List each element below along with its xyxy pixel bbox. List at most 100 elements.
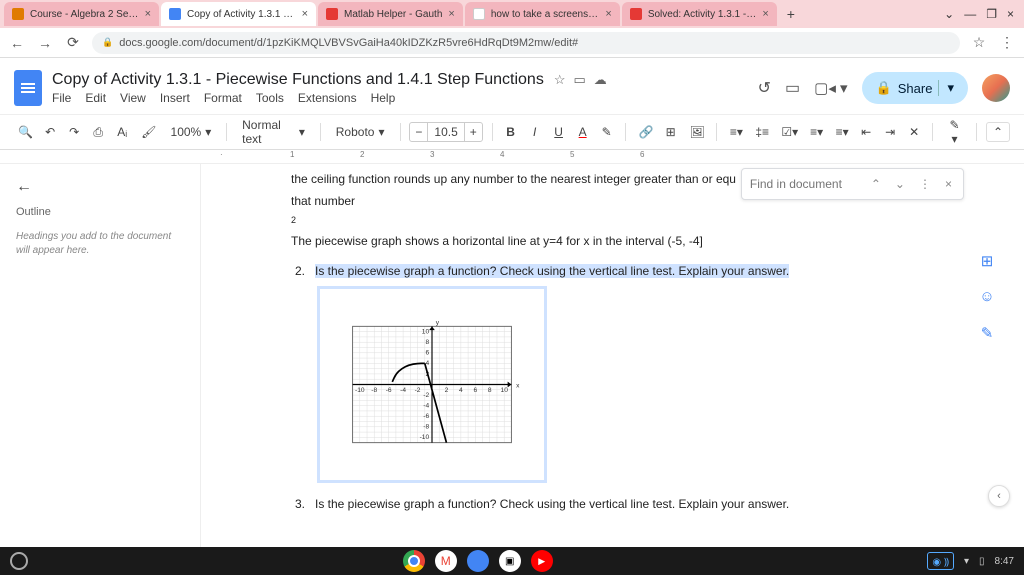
docs-logo[interactable] <box>14 70 42 106</box>
close-icon[interactable]: × <box>762 8 768 20</box>
suggest-icon[interactable]: ✎ <box>976 324 998 346</box>
close-icon[interactable]: × <box>302 8 308 20</box>
outdent-button[interactable]: ⇤ <box>857 122 875 142</box>
back-button[interactable]: ← <box>8 35 26 51</box>
menu-format[interactable]: Format <box>204 91 242 105</box>
document-title[interactable]: Copy of Activity 1.3.1 - Piecewise Funct… <box>52 71 544 89</box>
wifi-icon[interactable]: ▾ <box>964 556 969 567</box>
screencast-icon[interactable]: ◉ ⸩ <box>927 552 954 570</box>
undo-button[interactable]: ↶ <box>41 122 59 142</box>
close-icon[interactable]: × <box>605 8 611 20</box>
browser-tab[interactable]: Solved: Activity 1.3.1 - Piecew × <box>622 2 777 26</box>
collapse-toolbar-button[interactable]: ⌃ <box>986 122 1010 142</box>
find-prev-button[interactable]: ⌃ <box>868 175 884 193</box>
clock[interactable]: 8:47 <box>995 556 1014 567</box>
graph-image[interactable]: -10-8-6-4-2246810-10-8-6-4-2246810xy <box>317 286 547 483</box>
decrease-button[interactable]: − <box>410 123 427 141</box>
menu-file[interactable]: File <box>52 91 71 105</box>
text-color-button[interactable]: A <box>574 122 592 142</box>
search-icon[interactable]: 🔍 <box>14 122 35 142</box>
highlight-button[interactable]: ✎ <box>598 122 616 142</box>
chevron-down-icon[interactable]: ▾ <box>938 80 954 96</box>
back-icon[interactable]: ← <box>16 178 32 196</box>
browser-tab[interactable]: Course - Algebra 2 Sem2 | Gre × <box>4 2 159 26</box>
checklist-button[interactable]: ☑▾ <box>777 122 800 142</box>
font-dropdown[interactable]: Roboto ▾ <box>330 122 391 142</box>
youtube-icon[interactable]: ▶ <box>531 550 553 572</box>
launcher-icon[interactable] <box>10 552 28 570</box>
menu-tools[interactable]: Tools <box>256 91 284 105</box>
explore-button[interactable]: ‹ <box>988 485 1010 507</box>
kebab-icon[interactable]: ⋮ <box>998 34 1016 51</box>
bulleted-list-button[interactable]: ≡▾ <box>806 122 825 142</box>
zoom-dropdown[interactable]: 100% ▾ <box>165 122 218 142</box>
bold-button[interactable]: B <box>502 122 520 142</box>
line-spacing-button[interactable]: ‡≡ <box>751 122 771 142</box>
numbered-list-button[interactable]: ≡▾ <box>832 122 851 142</box>
restore-icon[interactable]: ❐ <box>986 7 997 21</box>
battery-icon[interactable]: ▯ <box>979 556 985 567</box>
align-button[interactable]: ≡▾ <box>726 122 745 142</box>
style-dropdown[interactable]: Normal text ▾ <box>236 115 311 149</box>
chrome-icon[interactable] <box>403 550 425 572</box>
find-next-button[interactable]: ⌄ <box>892 175 908 193</box>
spellcheck-button[interactable]: Aᵢ <box>113 122 131 142</box>
close-icon[interactable]: × <box>448 8 454 20</box>
browser-tab[interactable]: Matlab Helper - Gauth × <box>318 2 463 26</box>
increase-button[interactable]: + <box>465 123 482 141</box>
browser-tab[interactable]: how to take a screenshot on a × <box>465 2 620 26</box>
history-icon[interactable]: ↺ <box>758 78 771 98</box>
italic-button[interactable]: I <box>526 122 544 142</box>
image-button[interactable]: 🖼 <box>686 122 707 142</box>
redo-button[interactable]: ↷ <box>65 122 83 142</box>
question-number[interactable]: 3. <box>291 497 305 511</box>
reload-button[interactable]: ⟳ <box>64 34 82 51</box>
comment-button[interactable]: ⊞ <box>662 122 680 142</box>
link-button[interactable]: 🔗 <box>635 122 656 142</box>
indent-button[interactable]: ⇥ <box>881 122 899 142</box>
paint-format-button[interactable]: 🖌 <box>137 122 158 142</box>
underline-button[interactable]: U <box>550 122 568 142</box>
add-comment-icon[interactable]: ⊞ <box>976 252 998 274</box>
menu-view[interactable]: View <box>120 91 146 105</box>
close-icon[interactable]: × <box>942 175 955 193</box>
find-input[interactable] <box>750 177 860 191</box>
forward-button[interactable]: → <box>36 35 54 51</box>
kebab-icon[interactable]: ⋮ <box>916 175 934 193</box>
menu-help[interactable]: Help <box>371 91 396 105</box>
gmail-icon[interactable]: M <box>435 550 457 572</box>
question-text[interactable]: Is the piecewise graph a function? Check… <box>315 497 831 511</box>
star-icon[interactable]: ☆ <box>554 72 566 88</box>
clear-format-button[interactable]: ✕ <box>905 122 923 142</box>
document-canvas[interactable]: the ceiling function rounds up any numbe… <box>200 164 1024 547</box>
emoji-icon[interactable]: ☺ <box>976 288 998 310</box>
close-icon[interactable]: × <box>145 8 151 20</box>
comment-icon[interactable]: ▭ <box>785 78 800 98</box>
menu-extensions[interactable]: Extensions <box>298 91 357 105</box>
move-icon[interactable]: ▭ <box>573 72 585 88</box>
cloud-icon[interactable]: ☁ <box>594 72 607 88</box>
question-number[interactable]: 2. <box>291 264 305 278</box>
font-size-stepper[interactable]: − 10.5 + <box>409 122 482 142</box>
new-tab-button[interactable]: + <box>779 6 803 22</box>
meet-icon[interactable]: ▢◂ ▾ <box>814 79 847 97</box>
editing-mode-button[interactable]: ✎ ▾ <box>942 115 967 149</box>
url-field[interactable]: 🔒 docs.google.com/document/d/1pzKiKMQLVB… <box>92 32 960 54</box>
body-text[interactable]: 2 <box>291 214 831 228</box>
body-text[interactable]: The piecewise graph shows a horizontal l… <box>291 232 831 250</box>
ruler[interactable]: · 1 2 3 4 5 6 <box>0 150 1024 164</box>
menu-edit[interactable]: Edit <box>85 91 106 105</box>
menu-insert[interactable]: Insert <box>160 91 190 105</box>
meet-icon[interactable]: ▣ <box>499 550 521 572</box>
chevron-down-icon[interactable]: ⌄ <box>944 7 954 21</box>
minimize-icon[interactable]: — <box>964 7 976 21</box>
browser-tab[interactable]: Copy of Activity 1.3.1 - Piecew × <box>161 2 316 26</box>
avatar[interactable] <box>982 74 1010 102</box>
question-text[interactable]: Is the piecewise graph a function? Check… <box>315 264 789 278</box>
close-icon[interactable]: × <box>1007 7 1014 21</box>
files-icon[interactable] <box>467 550 489 572</box>
star-icon[interactable]: ☆ <box>970 34 988 51</box>
share-button[interactable]: 🔒 Share ▾ <box>862 72 968 104</box>
font-size-value[interactable]: 10.5 <box>427 123 464 141</box>
print-button[interactable]: ⎙ <box>89 122 107 143</box>
